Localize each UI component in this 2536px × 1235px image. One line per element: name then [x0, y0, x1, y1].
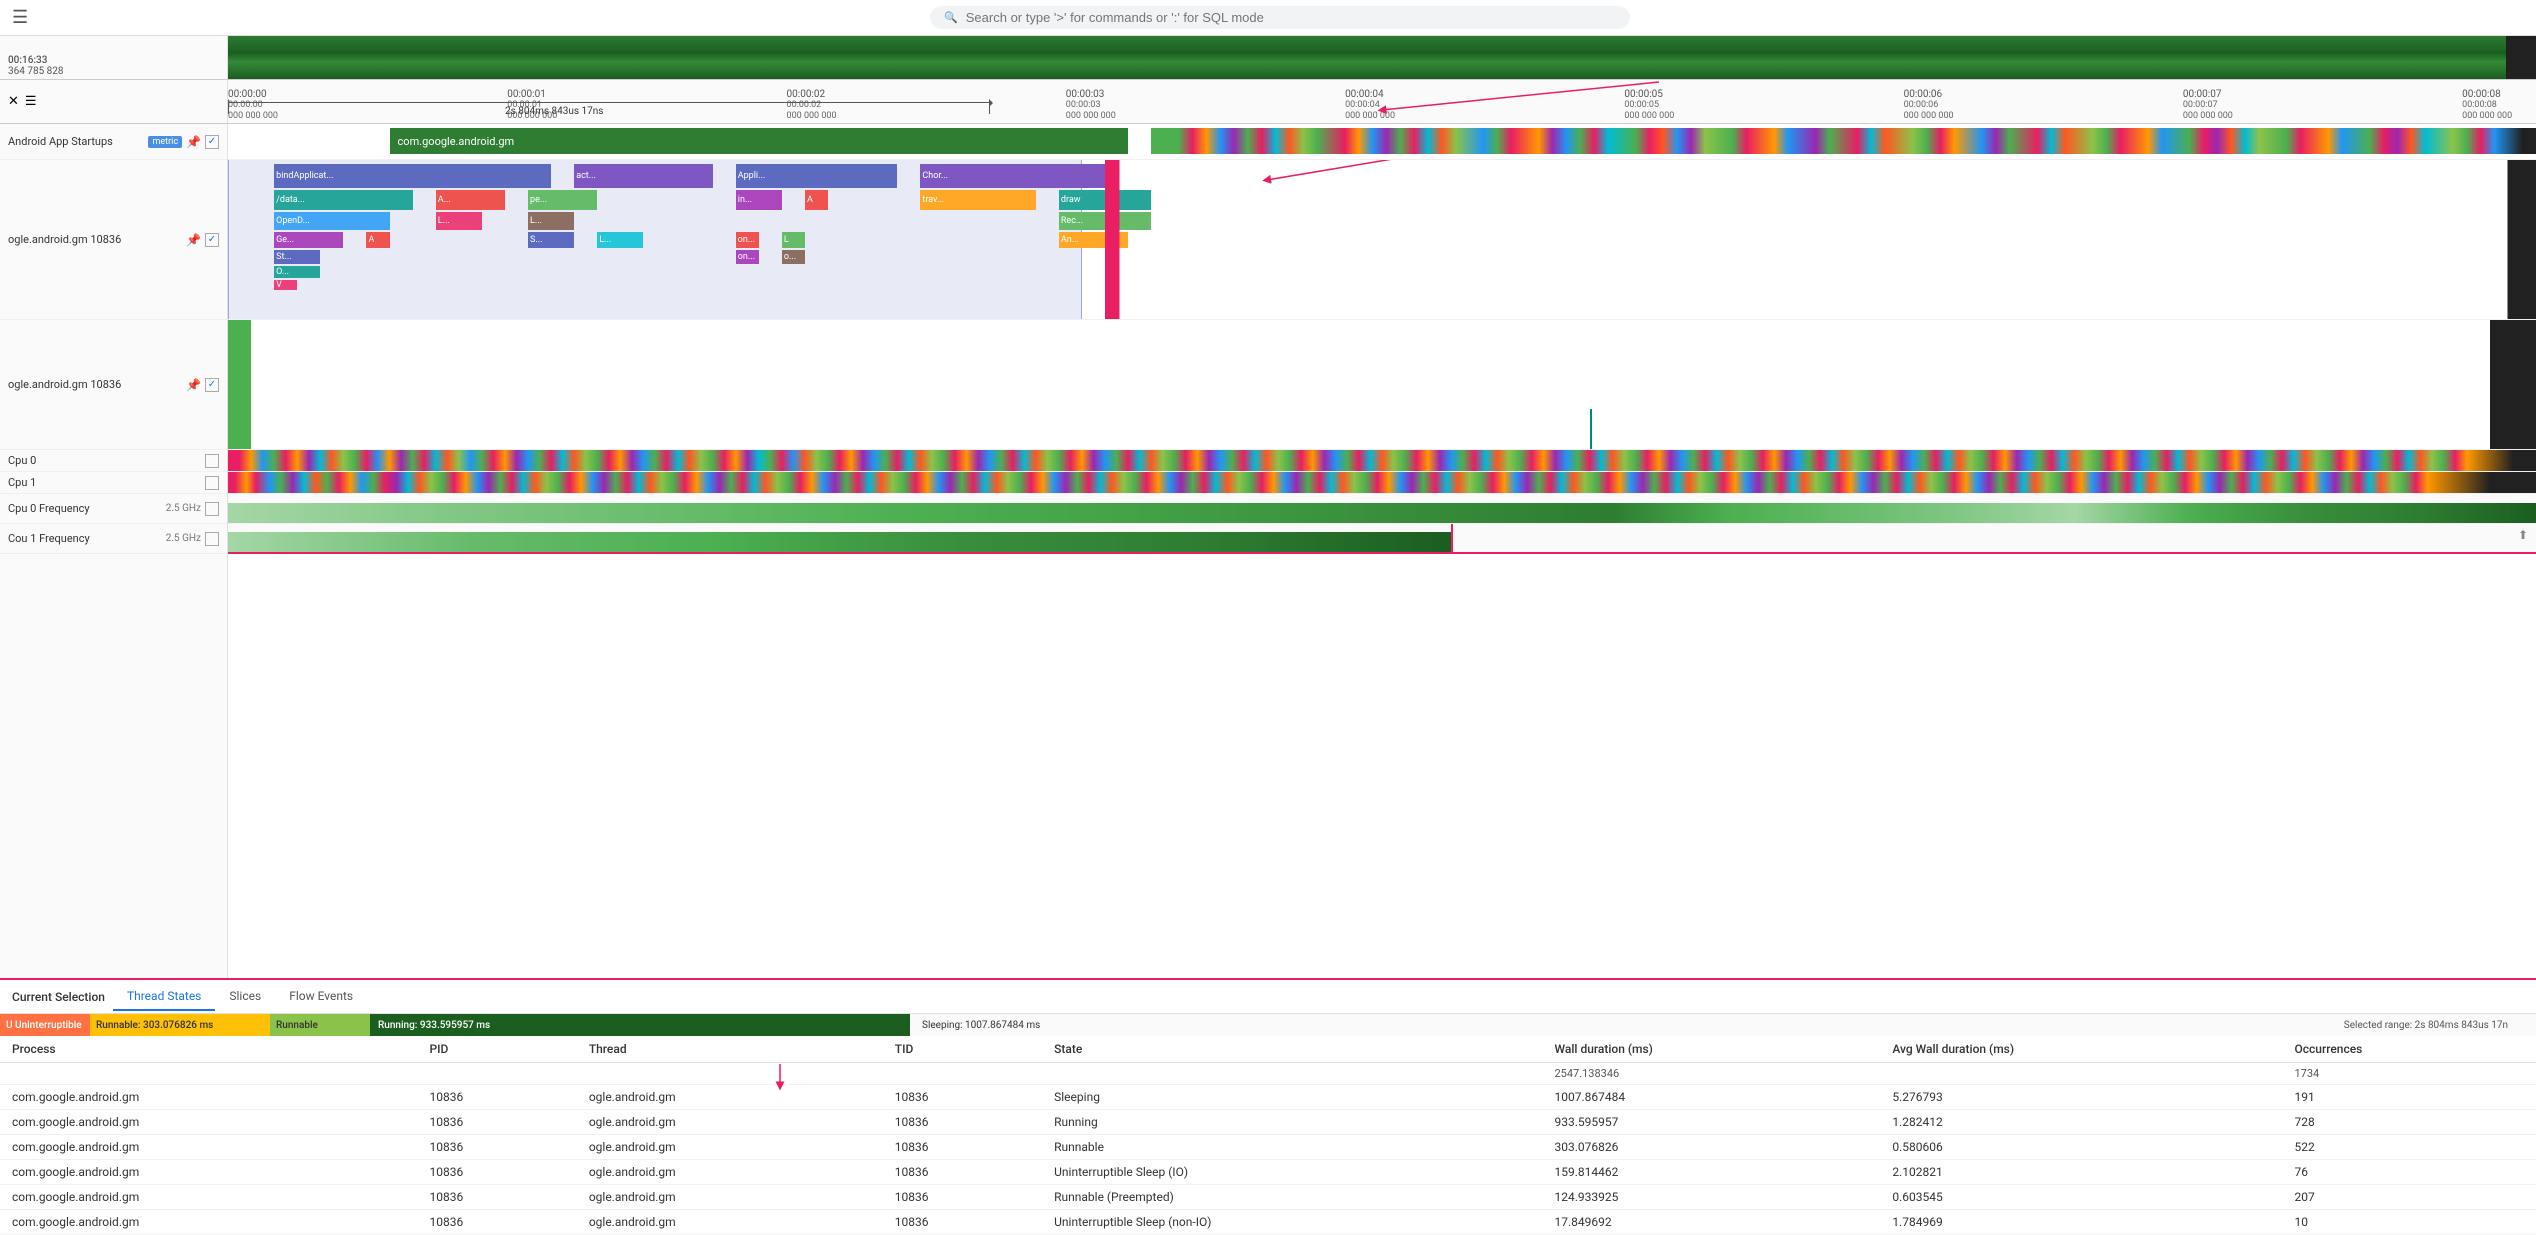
duration-label: 2s 804ms 843us 17ns [505, 106, 603, 117]
ruler-left-spacer: ✕ ☰ [0, 80, 228, 124]
total-wall: 2547.138346 [1543, 1063, 1881, 1085]
bottom-tabs-row: Current Selection Thread States Slices F… [0, 980, 2536, 1014]
close-tracks-icon[interactable]: ✕ [8, 94, 19, 109]
track-label-cpu1-freq[interactable]: Cou 1 Frequency 2.5 GHz [0, 524, 227, 554]
bottom-panel: Current Selection Thread States Slices F… [0, 978, 2536, 1235]
expand-icon[interactable]: ⬆ [2518, 528, 2528, 542]
ruler-container: 00:00:00 00:00:01 00:00:02 00:00:03 00:0… [228, 80, 2536, 124]
table-row[interactable]: com.google.android.gm 10836 ogle.android… [0, 1210, 2536, 1235]
col-wall: Wall duration (ms) [1543, 1036, 1881, 1063]
track-row-cpu1-freq: ⬆ [228, 524, 2536, 554]
left-labels-panel: Android App Startups metric 📌 ✓ ogle.and… [0, 124, 228, 978]
search-icon: 🔍 [944, 11, 958, 24]
checkbox-ogle2[interactable]: ✓ [205, 378, 219, 392]
track-row-cpu0-freq [228, 494, 2536, 524]
tab-flow-events[interactable]: Flow Events [275, 983, 367, 1011]
state-bars-row: U Uninterruptible Runnable: 303.076826 m… [0, 1014, 2536, 1036]
state-bar-sleeping: Sleeping: 1007.867484 ms Selected range:… [910, 1014, 2536, 1036]
left-panel-minimap: 00:16:33 364 785 828 [0, 36, 228, 79]
table-row[interactable]: com.google.android.gm 10836 ogle.android… [0, 1085, 2536, 1110]
track-name-ogle1: ogle.android.gm 10836 [8, 233, 121, 246]
counter-display: 364 785 828 [8, 66, 219, 77]
tab-slices[interactable]: Slices [215, 983, 275, 1011]
track-name-android-startups: Android App Startups [8, 135, 113, 148]
search-input[interactable] [966, 10, 1616, 25]
freq-val-cpu1: 2.5 GHz [166, 533, 201, 544]
state-bar-running: Running: 933.595957 ms [370, 1014, 910, 1036]
track-row-ogle2 [228, 320, 2536, 450]
table-row[interactable]: com.google.android.gm 10836 ogle.android… [0, 1185, 2536, 1210]
checkbox-cpu0[interactable] [205, 454, 219, 468]
selection-region [228, 102, 990, 114]
state-bar-uninterruptible: U Uninterruptible [0, 1014, 90, 1036]
pin-icon-ogle2[interactable]: 📌 [186, 378, 201, 392]
expand-tracks-icon[interactable]: ☰ [25, 94, 37, 109]
state-bar-runnable: Runnable [270, 1014, 370, 1036]
metric-badge: metric [148, 136, 182, 148]
track-row-startups: com.google.android.gm [228, 124, 2536, 160]
col-pid: PID [417, 1036, 576, 1063]
data-table: Process PID Thread TID State Wall durati… [0, 1036, 2536, 1235]
selected-range-label: Selected range: 2s 804ms 843us 17n [2344, 1020, 2524, 1031]
track-label-cpu0-freq[interactable]: Cpu 0 Frequency 2.5 GHz [0, 494, 227, 524]
current-selection-label: Current Selection [4, 990, 113, 1004]
search-bar[interactable]: 🔍 [930, 6, 1630, 29]
tab-thread-states[interactable]: Thread States [113, 983, 215, 1011]
tracks-content[interactable]: com.google.android.gm bindApplicat... ac… [228, 124, 2536, 978]
track-label-android-startups[interactable]: Android App Startups metric 📌 ✓ [0, 124, 227, 160]
track-label-ogle2[interactable]: ogle.android.gm 10836 📌 ✓ [0, 320, 227, 450]
track-name-ogle2: ogle.android.gm 10836 [8, 378, 121, 391]
table-row[interactable]: com.google.android.gm 10836 ogle.android… [0, 1135, 2536, 1160]
col-occ: Occurrences [2283, 1036, 2536, 1063]
col-tid: TID [883, 1036, 1042, 1063]
col-process: Process [0, 1036, 417, 1063]
col-state: State [1042, 1036, 1542, 1063]
checkbox-ogle1[interactable]: ✓ [205, 233, 219, 247]
menu-icon[interactable]: ☰ [12, 7, 28, 28]
state-bar-runnable-val: Runnable: 303.076826 ms [90, 1014, 270, 1036]
track-row-cpu1 [228, 472, 2536, 494]
checkbox-startups[interactable]: ✓ [205, 135, 219, 149]
app-header: ☰ 🔍 [0, 0, 2536, 36]
time-display: 00:16:33 [8, 55, 219, 66]
track-row-cpu0 [228, 450, 2536, 472]
pin-icon-ogle1[interactable]: 📌 [186, 233, 201, 247]
track-name-cpu0: Cpu 0 [8, 454, 36, 467]
track-name-cpu1: Cpu 1 [8, 476, 36, 489]
track-name-cpu1-freq: Cou 1 Frequency [8, 532, 90, 545]
pin-icon[interactable]: 📌 [186, 135, 201, 149]
total-occ: 1734 [2283, 1063, 2536, 1085]
table-row[interactable]: com.google.android.gm 10836 ogle.android… [0, 1160, 2536, 1185]
col-avg-wall: Avg Wall duration (ms) [1880, 1036, 2282, 1063]
checkbox-cpu1-freq[interactable] [205, 532, 219, 546]
track-name-cpu0-freq: Cpu 0 Frequency [8, 502, 90, 515]
col-thread: Thread [577, 1036, 883, 1063]
table-total-row: 2547.138346 1734 [0, 1063, 2536, 1085]
table-row[interactable]: com.google.android.gm 10836 ogle.android… [0, 1110, 2536, 1135]
freq-val-cpu0: 2.5 GHz [166, 503, 201, 514]
track-label-ogle1[interactable]: ogle.android.gm 10836 📌 ✓ [0, 160, 227, 320]
track-label-cpu1[interactable]: Cpu 1 [0, 472, 227, 494]
track-label-cpu0[interactable]: Cpu 0 [0, 450, 227, 472]
checkbox-cpu0-freq[interactable] [205, 502, 219, 516]
minimap-track[interactable] [228, 36, 2536, 79]
track-row-ogle1: bindApplicat... act... Appli... Chor... … [228, 160, 2536, 320]
checkbox-cpu1[interactable] [205, 476, 219, 490]
